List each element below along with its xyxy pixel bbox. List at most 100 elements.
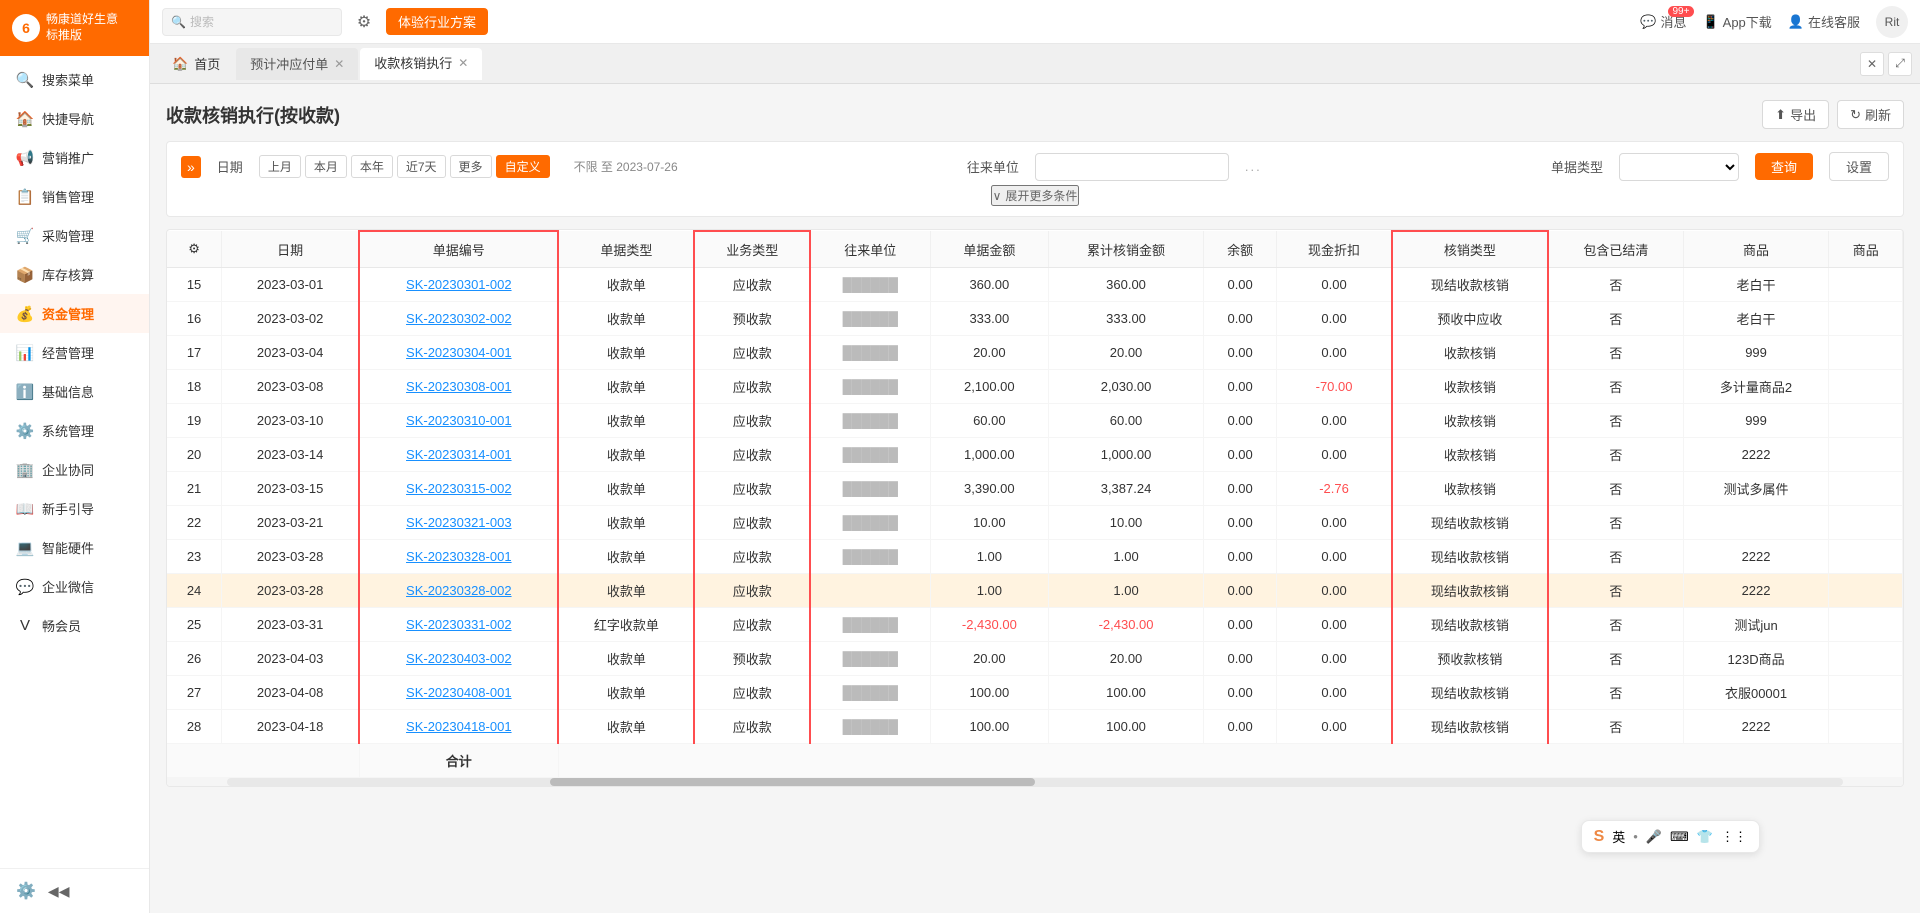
bill-no-link[interactable]: SK-20230418-001 xyxy=(406,719,512,734)
ime-dot: • xyxy=(1633,829,1638,844)
horizontal-scrollbar[interactable] xyxy=(167,778,1903,786)
bill-no-link[interactable]: SK-20230304-001 xyxy=(406,345,512,360)
bill-no-link[interactable]: SK-20230328-002 xyxy=(406,583,512,598)
cell-goods2 xyxy=(1829,404,1903,438)
bill-no-link[interactable]: SK-20230403-002 xyxy=(406,651,512,666)
filter-bar: » 日期 上月 本月 本年 近7天 更多 自定义 不限 至 2023-07-26… xyxy=(166,141,1904,217)
cell-cancel-amount: -2,430.00 xyxy=(1049,608,1204,642)
cell-goods2 xyxy=(1829,676,1903,710)
settings-icon[interactable]: ⚙️ xyxy=(16,881,36,901)
cell-cancel-amount: 1.00 xyxy=(1049,574,1204,608)
cell-include-settled: 否 xyxy=(1548,302,1683,336)
cell-balance: 0.00 xyxy=(1203,302,1276,336)
date-btn-more[interactable]: 更多 xyxy=(450,155,492,178)
sidebar-item-quick-nav[interactable]: 🏠 快捷导航 xyxy=(0,99,149,138)
sidebar-item-wechat[interactable]: 💬 企业微信 xyxy=(0,567,149,606)
refresh-btn[interactable]: ↻ 刷新 xyxy=(1837,100,1904,129)
page-content: 收款核销执行(按收款) ⬆ 导出 ↻ 刷新 » 日期 上月 本月 xyxy=(150,84,1920,913)
sidebar-item-finance[interactable]: 💰 资金管理 xyxy=(0,294,149,333)
cell-cancel-amount: 360.00 xyxy=(1049,268,1204,302)
cell-date: 2023-03-21 xyxy=(222,506,360,540)
sidebar-item-marketing[interactable]: 📢 营销推广 xyxy=(0,138,149,177)
ime-theme-btn[interactable]: 👕 xyxy=(1697,829,1713,845)
bill-no-link[interactable]: SK-20230314-001 xyxy=(406,447,512,462)
tab-prepay[interactable]: 预计冲应付单 ✕ xyxy=(236,48,358,80)
bill-no-link[interactable]: SK-20230321-003 xyxy=(406,515,512,530)
topbar-search-box[interactable]: 🔍 搜索 xyxy=(162,8,342,36)
sidebar-item-operation[interactable]: 📊 经营管理 xyxy=(0,333,149,372)
tab-receipt-cancel[interactable]: 收款核销执行 ✕ xyxy=(360,48,482,80)
bill-no-link[interactable]: SK-20230328-001 xyxy=(406,549,512,564)
export-icon: ⬆ xyxy=(1775,107,1786,123)
cell-partner: ██████ xyxy=(810,336,930,370)
sidebar-item-basic[interactable]: ℹ️ 基础信息 xyxy=(0,372,149,411)
sidebar-item-enterprise[interactable]: 🏢 企业协同 xyxy=(0,450,149,489)
close-window-btn[interactable]: ✕ xyxy=(1860,52,1884,76)
sidebar-item-sales[interactable]: 📋 销售管理 xyxy=(0,177,149,216)
online-service-link[interactable]: 👤 在线客服 xyxy=(1788,12,1860,31)
cell-bill-type: 收款单 xyxy=(558,472,694,506)
ime-voice-btn[interactable]: 🎤 xyxy=(1646,829,1662,845)
settings-btn[interactable]: 设置 xyxy=(1829,152,1889,181)
date-btn-last-month[interactable]: 上月 xyxy=(259,155,301,178)
solution-btn[interactable]: 体验行业方案 xyxy=(386,8,488,35)
sidebar-item-purchase[interactable]: 🛒 采购管理 xyxy=(0,216,149,255)
cell-balance: 0.00 xyxy=(1203,370,1276,404)
query-btn[interactable]: 查询 xyxy=(1755,153,1813,180)
operation-icon: 📊 xyxy=(16,344,34,362)
tab-receipt-cancel-close[interactable]: ✕ xyxy=(458,56,468,70)
topbar: 🔍 搜索 ⚙ 体验行业方案 💬 消息 99+ 📱 App下载 👤 在线客服 Ri… xyxy=(150,0,1920,44)
collapse-icon[interactable]: ◀◀ xyxy=(48,883,70,900)
partner-input[interactable] xyxy=(1035,153,1229,181)
message-badge[interactable]: 💬 消息 99+ xyxy=(1640,12,1686,31)
filter-toggle-btn[interactable]: » xyxy=(181,156,201,178)
cell-date: 2023-04-18 xyxy=(222,710,360,744)
cell-amount: 100.00 xyxy=(930,710,1049,744)
date-btn-custom[interactable]: 自定义 xyxy=(496,155,550,178)
bill-no-link[interactable]: SK-20230315-002 xyxy=(406,481,512,496)
expand-more-btn[interactable]: ∨ 展开更多条件 xyxy=(991,185,1080,206)
sidebar-item-system[interactable]: ⚙️ 系统管理 xyxy=(0,411,149,450)
ime-keyboard-btn[interactable]: ⌨ xyxy=(1670,829,1689,845)
tab-home[interactable]: 🏠 首页 xyxy=(158,48,234,80)
sidebar-item-guide[interactable]: 📖 新手引导 xyxy=(0,489,149,528)
bill-no-link[interactable]: SK-20230308-001 xyxy=(406,379,512,394)
bill-type-select[interactable] xyxy=(1619,153,1739,181)
ime-lang-btn[interactable]: 英 xyxy=(1612,827,1625,846)
export-btn[interactable]: ⬆ 导出 xyxy=(1762,100,1829,129)
ime-more-btn[interactable]: ⋮⋮ xyxy=(1721,829,1747,845)
user-avatar[interactable]: Rit xyxy=(1876,6,1908,38)
date-btn-this-year[interactable]: 本年 xyxy=(351,155,393,178)
sidebar-item-search[interactable]: 🔍 搜索菜单 xyxy=(0,60,149,99)
cell-no: 26 xyxy=(167,642,222,676)
date-btn-this-month[interactable]: 本月 xyxy=(305,155,347,178)
cell-no: 21 xyxy=(167,472,222,506)
sidebar-item-member[interactable]: V 畅会员 xyxy=(0,606,149,645)
table-row: 21 2023-03-15 SK-20230315-002 收款单 应收款 ██… xyxy=(167,472,1903,506)
page-actions: ⬆ 导出 ↻ 刷新 xyxy=(1762,100,1904,129)
bill-no-link[interactable]: SK-20230301-002 xyxy=(406,277,512,292)
sidebar-item-inventory[interactable]: 📦 库存核算 xyxy=(0,255,149,294)
topbar-gear-btn[interactable]: ⚙ xyxy=(350,8,378,36)
app-download-link[interactable]: 📱 App下载 xyxy=(1702,12,1771,31)
cell-cancel-amount: 333.00 xyxy=(1049,302,1204,336)
cell-cancel-amount: 20.00 xyxy=(1049,642,1204,676)
date-btn-7days[interactable]: 近7天 xyxy=(397,155,446,178)
table-row: 23 2023-03-28 SK-20230328-001 收款单 应收款 ██… xyxy=(167,540,1903,574)
bill-no-link[interactable]: SK-20230302-002 xyxy=(406,311,512,326)
cell-bill-type: 收款单 xyxy=(558,574,694,608)
sidebar-item-hardware[interactable]: 💻 智能硬件 xyxy=(0,528,149,567)
maximize-btn[interactable]: ⤢ xyxy=(1888,52,1912,76)
hardware-icon: 💻 xyxy=(16,539,34,557)
tab-prepay-close[interactable]: ✕ xyxy=(334,57,344,71)
cell-include-settled: 否 xyxy=(1548,268,1683,302)
filter-row: » 日期 上月 本月 本年 近7天 更多 自定义 不限 至 2023-07-26… xyxy=(181,152,1889,181)
sidebar-logo: 6 畅康道好生意 标推版 xyxy=(0,0,149,56)
cell-goods: 老白干 xyxy=(1683,268,1829,302)
bill-no-link[interactable]: SK-20230310-001 xyxy=(406,413,512,428)
cell-biz-type: 应收款 xyxy=(694,710,810,744)
cell-cancel-type: 现结收款核销 xyxy=(1392,676,1548,710)
bill-no-link[interactable]: SK-20230408-001 xyxy=(406,685,512,700)
th-settings[interactable]: ⚙ xyxy=(167,231,222,268)
bill-no-link[interactable]: SK-20230331-002 xyxy=(406,617,512,632)
